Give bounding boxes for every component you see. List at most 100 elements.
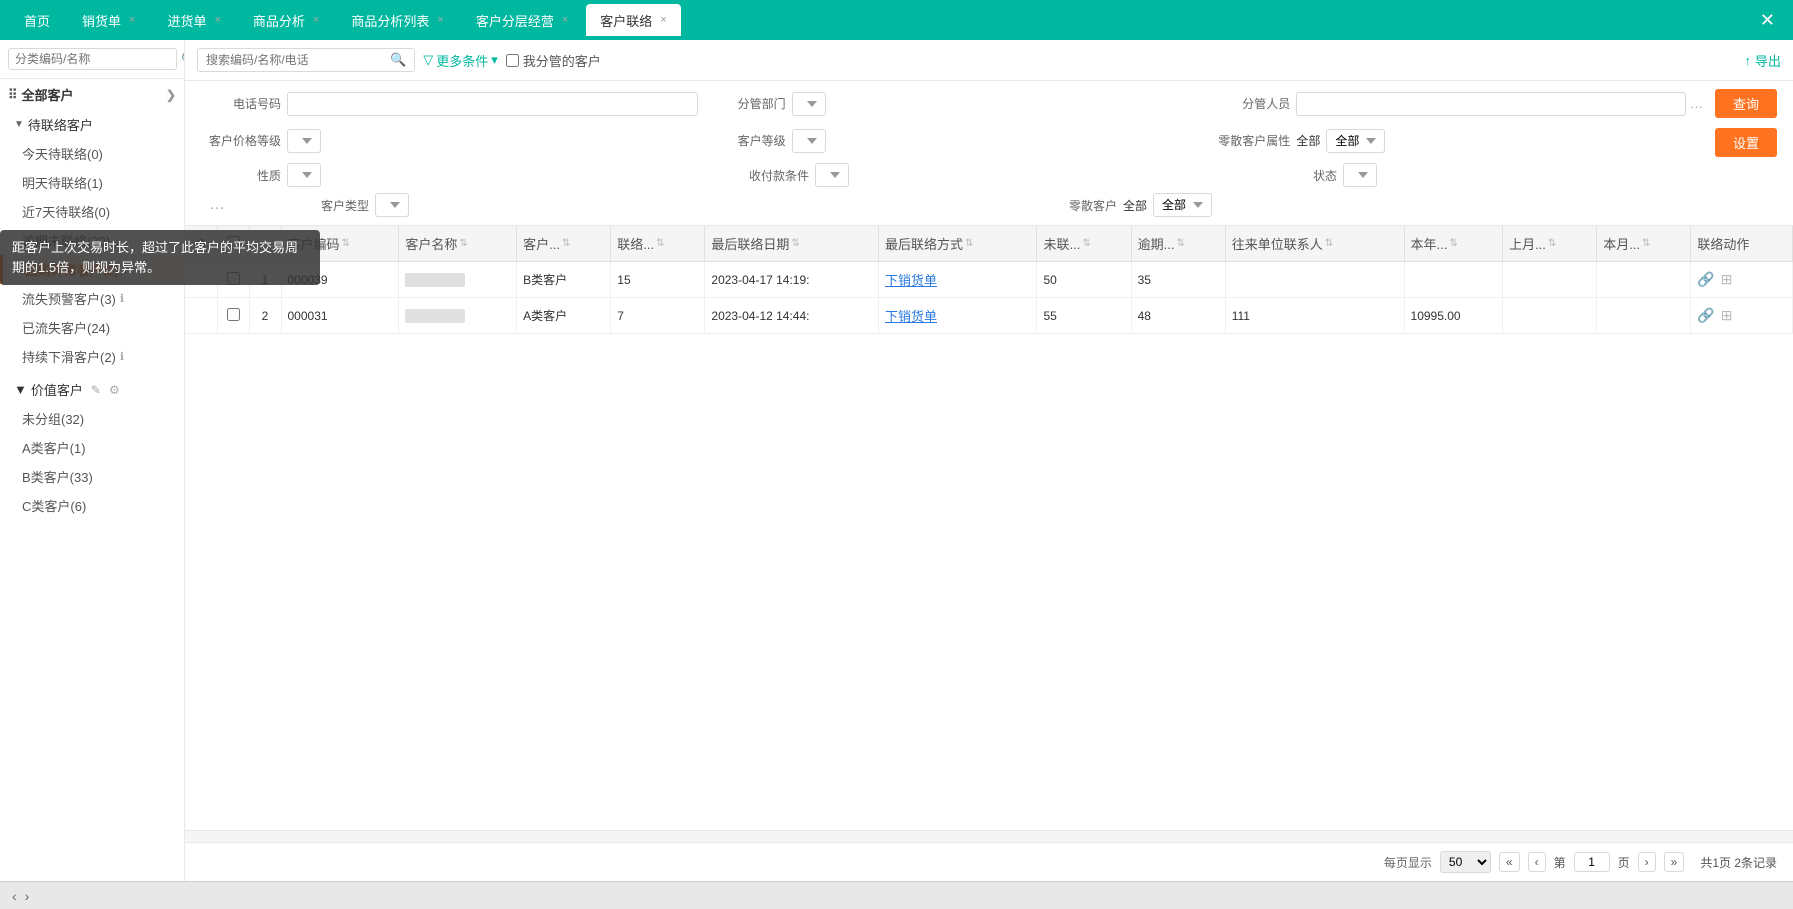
row-settings[interactable] xyxy=(185,298,217,334)
col-last-month[interactable]: 上月...⇅ xyxy=(1503,226,1597,262)
settings-button[interactable]: 设置 xyxy=(1715,128,1777,157)
sidebar-item-today-pending[interactable]: 今天待联络(0) xyxy=(0,139,184,168)
col-not-contacted[interactable]: 未联...⇅ xyxy=(1037,226,1131,262)
filter-field-payment: 收付款条件 xyxy=(729,163,1249,187)
horizontal-scrollbar[interactable] xyxy=(185,830,1793,842)
per-page-select[interactable]: 50 100 xyxy=(1440,851,1491,873)
row-last-contact-method[interactable]: 下销货单 xyxy=(879,298,1037,334)
prev-page-button[interactable]: ‹ xyxy=(1528,852,1546,872)
close-icon[interactable]: × xyxy=(313,14,319,26)
export-button[interactable]: ↑ 导出 xyxy=(1744,51,1781,70)
action-link-icon[interactable]: 🔗 xyxy=(1697,307,1714,324)
sort-icon[interactable]: ⇅ xyxy=(342,238,350,249)
sidebar-item-declining[interactable]: 持续下滑客户(2) ℹ xyxy=(0,342,184,371)
page-number-input[interactable] xyxy=(1574,852,1610,872)
sort-icon[interactable]: ⇅ xyxy=(562,238,570,249)
sort-icon[interactable]: ⇅ xyxy=(1082,238,1090,249)
filter-select-scatter2[interactable]: 全部 xyxy=(1153,193,1212,217)
search-icon[interactable]: 🔍 xyxy=(390,52,406,68)
row-checkbox[interactable] xyxy=(227,308,240,321)
filter-select-level[interactable] xyxy=(792,129,826,153)
filter-select-price[interactable] xyxy=(287,129,321,153)
sidebar-item-tomorrow-pending[interactable]: 明天待联络(1) xyxy=(0,168,184,197)
tab-sales[interactable]: 销货单 × xyxy=(68,4,149,36)
sort-icon[interactable]: ⇅ xyxy=(459,238,467,249)
sidebar-search-input[interactable] xyxy=(8,48,177,70)
sidebar-all-customers[interactable]: ⠿ 全部客户 ❯ xyxy=(0,79,184,110)
sort-icon[interactable]: ⇅ xyxy=(1548,238,1556,249)
bottom-nav-right-arrow[interactable]: › xyxy=(21,888,34,904)
filter-select-payment[interactable] xyxy=(815,163,849,187)
col-last-contact-date[interactable]: 最后联络日期⇅ xyxy=(705,226,879,262)
tab-home[interactable]: 首页 xyxy=(10,4,64,36)
next-page-button[interactable]: › xyxy=(1638,852,1656,872)
tab-purchase[interactable]: 进货单 × xyxy=(153,4,234,36)
filter-input-person[interactable] xyxy=(1296,92,1686,116)
sort-icon[interactable]: ⇅ xyxy=(965,238,973,249)
window-close-button[interactable]: ✕ xyxy=(1752,10,1783,31)
tab-product-analysis[interactable]: 商品分析 × xyxy=(239,4,333,36)
sidebar-item-7day-pending[interactable]: 近7天待联络(0) xyxy=(0,197,184,226)
col-name[interactable]: 客户名称⇅ xyxy=(399,226,517,262)
more-options-icon[interactable]: … xyxy=(1686,96,1707,111)
filter-select-type[interactable] xyxy=(375,193,409,217)
sort-icon[interactable]: ⇅ xyxy=(791,238,799,249)
action-more-icon[interactable]: ⊞ xyxy=(1721,307,1733,324)
close-icon[interactable]: × xyxy=(562,14,568,26)
sort-icon[interactable]: ⇅ xyxy=(1176,238,1184,249)
collapse-icon[interactable]: ❯ xyxy=(166,88,176,102)
bottom-nav-left-arrow[interactable]: ‹ xyxy=(8,888,21,904)
search-input[interactable] xyxy=(206,53,386,67)
filter-select-nature-wrap xyxy=(287,163,721,187)
sort-icon[interactable]: ⇅ xyxy=(1642,238,1650,249)
col-overdue[interactable]: 逾期...⇅ xyxy=(1131,226,1225,262)
filter-select-nature[interactable] xyxy=(287,163,321,187)
action-more-icon[interactable]: ⊞ xyxy=(1721,271,1733,288)
sort-icon[interactable]: ⇅ xyxy=(1449,238,1457,249)
tab-customer-tier[interactable]: 客户分层经营 × xyxy=(462,4,582,36)
sidebar-item-a-class[interactable]: A类客户(1) xyxy=(0,433,184,462)
filter-input-phone[interactable] xyxy=(287,92,698,116)
sidebar: 🔍 ⠿ 全部客户 ❯ ▼ 待联络客户 今天待联络(0) 明天待联络(1) 近7天… xyxy=(0,40,185,881)
sidebar-pending-section[interactable]: ▼ 待联络客户 xyxy=(0,110,184,139)
action-link-icon[interactable]: 🔗 xyxy=(1697,271,1714,288)
info-icon[interactable]: ℹ xyxy=(120,292,124,305)
sidebar-item-already-lost[interactable]: 已流失客户(24) xyxy=(0,313,184,342)
col-partner-contact[interactable]: 往来单位联系人⇅ xyxy=(1225,226,1404,262)
first-page-button[interactable]: « xyxy=(1499,852,1520,872)
last-page-button[interactable]: » xyxy=(1664,852,1685,872)
my-customer-checkbox[interactable] xyxy=(506,54,519,67)
col-this-month[interactable]: 本月...⇅ xyxy=(1597,226,1691,262)
info-icon[interactable]: ℹ xyxy=(120,350,124,363)
my-customer-checkbox-label[interactable]: 我分管的客户 xyxy=(506,51,601,70)
query-button[interactable]: 查询 xyxy=(1715,89,1777,118)
close-icon[interactable]: × xyxy=(214,14,220,26)
sidebar-value-section[interactable]: ▼ 价值客户 ✎ ⚙ xyxy=(0,375,184,404)
more-dots-icon[interactable]: … xyxy=(209,196,225,214)
filter-select-dept[interactable] xyxy=(792,92,826,116)
row-checkbox-cell[interactable] xyxy=(217,298,249,334)
col-this-year[interactable]: 本年...⇅ xyxy=(1404,226,1503,262)
sidebar-item-c-class[interactable]: C类客户(6) xyxy=(0,491,184,520)
sidebar-item-ungrouped[interactable]: 未分组(32) xyxy=(0,404,184,433)
contact-method-link[interactable]: 下销货单 xyxy=(885,309,937,324)
close-icon[interactable]: × xyxy=(660,14,666,26)
row-last-contact-method[interactable]: 下销货单 xyxy=(879,262,1037,298)
col-contacts[interactable]: 联络...⇅ xyxy=(611,226,705,262)
col-last-contact-method[interactable]: 最后联络方式⇅ xyxy=(879,226,1037,262)
filter-select-scatter[interactable]: 全部 xyxy=(1326,129,1385,153)
close-icon[interactable]: × xyxy=(129,14,135,26)
sidebar-item-b-class[interactable]: B类客户(33) xyxy=(0,462,184,491)
filter-select-status[interactable] xyxy=(1343,163,1377,187)
col-category[interactable]: 客户...⇅ xyxy=(517,226,611,262)
tab-customer-contact[interactable]: 客户联络 × xyxy=(586,4,680,36)
close-icon[interactable]: × xyxy=(437,14,443,26)
edit-icon[interactable]: ✎ xyxy=(91,383,101,397)
sort-icon[interactable]: ⇅ xyxy=(1325,238,1333,249)
contact-method-link[interactable]: 下销货单 xyxy=(885,273,937,288)
more-conditions-button[interactable]: ▽ 更多条件 ▾ xyxy=(423,51,498,70)
settings-icon[interactable]: ⚙ xyxy=(109,383,120,397)
sidebar-item-lost-warning[interactable]: 流失预警客户(3) ℹ xyxy=(0,284,184,313)
tab-product-list[interactable]: 商品分析列表 × xyxy=(337,4,457,36)
sort-icon[interactable]: ⇅ xyxy=(656,238,664,249)
